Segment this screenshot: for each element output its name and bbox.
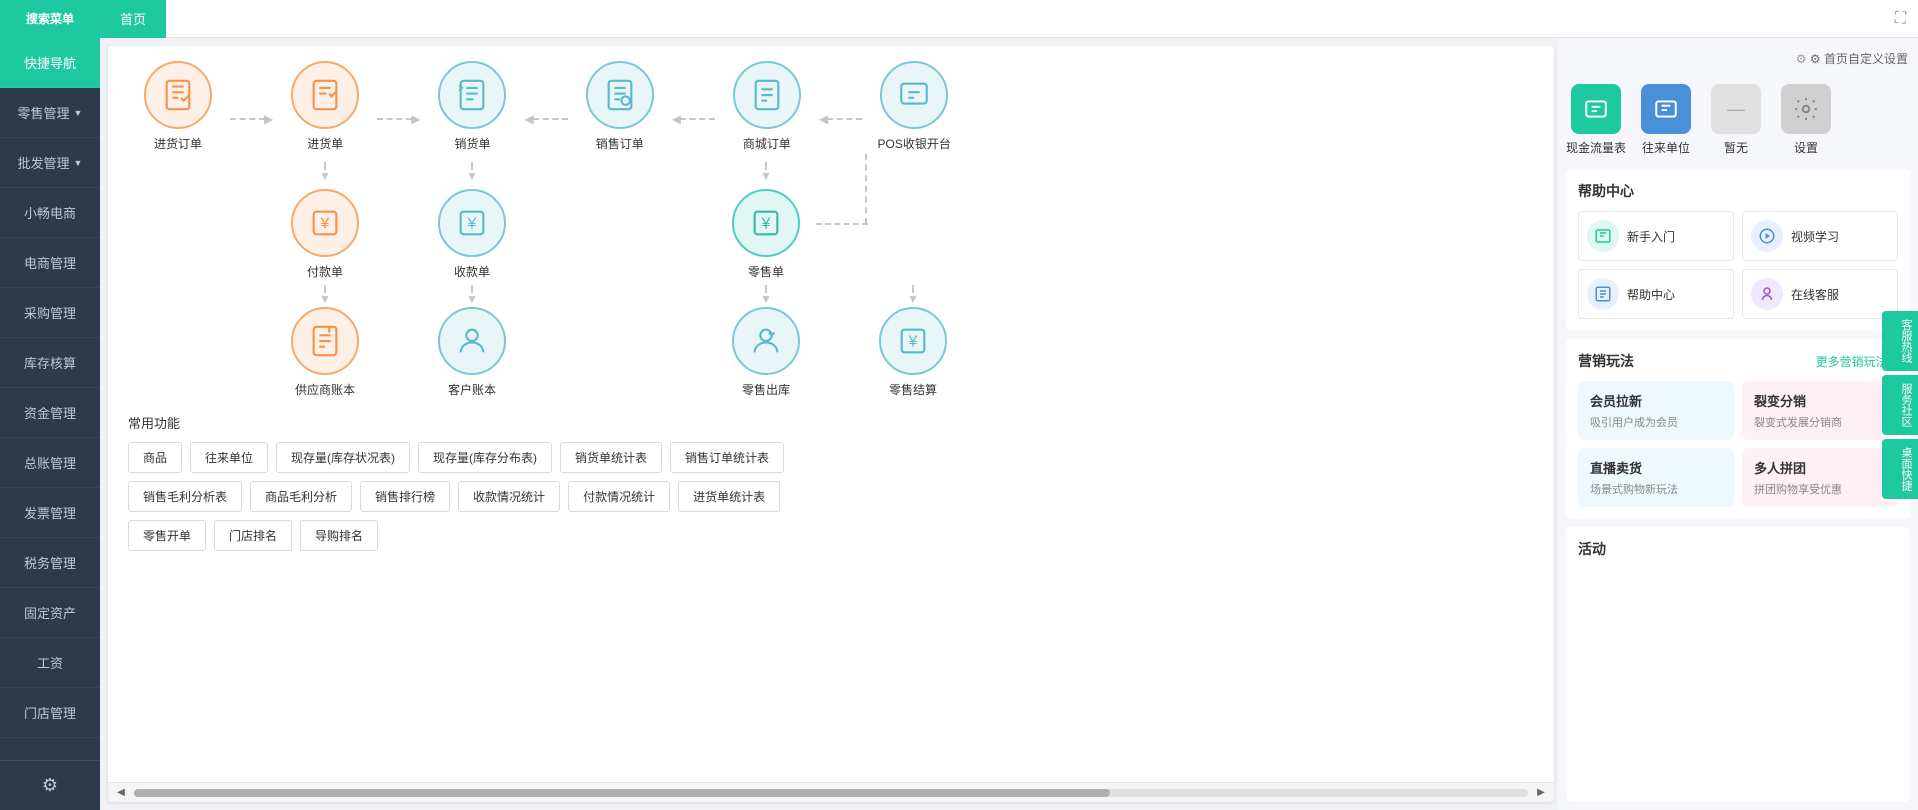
flow-node-retail-outbound[interactable]: 零售出库 bbox=[716, 307, 816, 398]
sidebar-item-payroll[interactable]: 工资 bbox=[0, 638, 100, 688]
flow-node-mall-order[interactable]: 商城订单 bbox=[717, 61, 817, 152]
flow-node-pos[interactable]: POS收银开台 bbox=[864, 61, 964, 152]
help-center-title: 帮助中心 bbox=[1578, 181, 1898, 201]
sidebar-item-quick-nav[interactable]: 快捷导航 bbox=[0, 38, 100, 88]
marketing-group-title: 多人拼团 bbox=[1754, 458, 1886, 477]
float-btn-community[interactable]: 服务社区 bbox=[1882, 375, 1918, 435]
marketing-member[interactable]: 会员拉新 吸引用户成为会员 bbox=[1578, 381, 1734, 440]
marketing-live-title: 直播卖货 bbox=[1590, 458, 1722, 477]
flow-node-purchase-order[interactable]: 进货订单 bbox=[128, 61, 228, 152]
btn-payment-stat[interactable]: 付款情况统计 bbox=[568, 481, 670, 512]
flow-node-customer-account[interactable]: 客户账本 bbox=[422, 307, 522, 398]
marketing-group-buy[interactable]: 多人拼团 拼团购物享受优惠 bbox=[1742, 448, 1898, 507]
btn-sales-order-stat[interactable]: 销售订单统计表 bbox=[670, 442, 784, 473]
btn-sales-profit[interactable]: 销售毛利分析表 bbox=[128, 481, 242, 512]
flow-node-supplier-account[interactable]: 供应商账本 bbox=[275, 307, 375, 398]
logo-area: 搜索菜单 bbox=[0, 0, 100, 38]
tab-home[interactable]: 首页 bbox=[100, 0, 166, 38]
customize-header[interactable]: ⚙ ⚙ 首页自定义设置 bbox=[1566, 46, 1910, 71]
btn-stock-status[interactable]: 现存量(库存状况表) bbox=[276, 442, 410, 473]
common-functions-title: 常用功能 bbox=[128, 413, 1534, 432]
btn-goods-profit[interactable]: 商品毛利分析 bbox=[250, 481, 352, 512]
activity-card: 活动 bbox=[1566, 527, 1910, 802]
sidebar-item-ledger[interactable]: 总账管理 bbox=[0, 438, 100, 488]
flow-node-payment[interactable]: ¥ 付款单 bbox=[275, 189, 375, 280]
activity-title: 活动 bbox=[1578, 539, 1898, 559]
sidebar: 快捷导航 零售管理 ▼ 批发管理 ▼ 小畅电商 电商管理 采购管理 库存核算 资… bbox=[0, 38, 100, 810]
marketing-live[interactable]: 直播卖货 场景式购物新玩法 bbox=[1578, 448, 1734, 507]
btn-sales-rank[interactable]: 销售排行榜 bbox=[360, 481, 450, 512]
btn-stock-dist[interactable]: 现存量(库存分布表) bbox=[418, 442, 552, 473]
sidebar-item-invoice[interactable]: 发票管理 bbox=[0, 488, 100, 538]
help-item-help-center[interactable]: 帮助中心 bbox=[1578, 269, 1734, 319]
common-functions: 常用功能 商品 往来单位 现存量(库存状况表) 现存量(库存分布表) 销货单统计… bbox=[128, 413, 1534, 551]
btn-sales-stat[interactable]: 销货单统计表 bbox=[560, 442, 662, 473]
marketing-live-sub: 场景式购物新玩法 bbox=[1590, 481, 1722, 497]
btn-purchase-stat[interactable]: 进货单统计表 bbox=[678, 481, 780, 512]
scroll-right-btn[interactable]: ▶ bbox=[1533, 785, 1549, 801]
floating-buttons: 客服热线 服务社区 桌面快捷 bbox=[1882, 311, 1918, 499]
svg-text:¥: ¥ bbox=[320, 216, 330, 233]
flow-node-retail-settlement[interactable]: ¥ 零售结算 bbox=[863, 307, 963, 398]
quick-icon-none[interactable]: — 暂无 bbox=[1706, 84, 1766, 156]
svg-text:¥: ¥ bbox=[761, 216, 771, 233]
btn-guide-rank[interactable]: 导购排名 bbox=[300, 520, 378, 551]
btn-retail-order[interactable]: 零售开单 bbox=[128, 520, 206, 551]
sidebar-item-inventory[interactable]: 库存核算 bbox=[0, 338, 100, 388]
sidebar-item-store[interactable]: 门店管理 bbox=[0, 688, 100, 738]
btn-contacts[interactable]: 往来单位 bbox=[190, 442, 268, 473]
quick-icon-cashflow[interactable]: 现金流量表 bbox=[1566, 84, 1626, 156]
marketing-member-title: 会员拉新 bbox=[1590, 391, 1722, 410]
right-panel: ⚙ ⚙ 首页自定义设置 现金流量表 bbox=[1558, 38, 1918, 810]
flow-node-receipt[interactable]: ¥ 收款单 bbox=[422, 189, 522, 280]
sidebar-item-ecom-small[interactable]: 小畅电商 bbox=[0, 188, 100, 238]
flow-diagram: 进货订单 ▶ bbox=[128, 61, 1534, 398]
quick-icon-contacts[interactable]: 往来单位 bbox=[1636, 84, 1696, 156]
sidebar-item-wholesale[interactable]: 批发管理 ▼ bbox=[0, 138, 100, 188]
sidebar-item-fixed-assets[interactable]: 固定资产 bbox=[0, 588, 100, 638]
marketing-fission[interactable]: 裂变分销 裂变式发展分销商 bbox=[1742, 381, 1898, 440]
search-menu[interactable]: 搜索菜单 bbox=[26, 10, 74, 27]
flow-node-sales-order[interactable]: 销售订单 bbox=[570, 61, 670, 152]
quick-icon-settings[interactable]: 设置 bbox=[1776, 84, 1836, 156]
help-item-online-service[interactable]: 在线客服 bbox=[1742, 269, 1898, 319]
btn-goods[interactable]: 商品 bbox=[128, 442, 182, 473]
marketing-card: 营销玩法 更多营销玩法 > 会员拉新 吸引用户成为会员 裂变分销 裂变式发展分销… bbox=[1566, 339, 1910, 519]
svg-text:¥: ¥ bbox=[467, 216, 477, 233]
help-item-video[interactable]: 视频学习 bbox=[1742, 211, 1898, 261]
flow-node-retail-order[interactable]: ¥ 零售单 bbox=[716, 189, 816, 280]
btn-receipt-stat[interactable]: 收款情况统计 bbox=[458, 481, 560, 512]
sidebar-item-purchase[interactable]: 采购管理 bbox=[0, 288, 100, 338]
sidebar-settings-button[interactable]: ⚙ bbox=[0, 760, 100, 810]
btn-store-rank[interactable]: 门店排名 bbox=[214, 520, 292, 551]
help-center-card: 帮助中心 新手入门 bbox=[1566, 169, 1910, 331]
horizontal-scrollbar[interactable]: ◀ ▶ bbox=[108, 782, 1554, 802]
sidebar-item-finance[interactable]: 资金管理 bbox=[0, 388, 100, 438]
marketing-fission-title: 裂变分销 bbox=[1754, 391, 1886, 410]
marketing-title: 营销玩法 bbox=[1578, 351, 1634, 371]
center-panel: 进货订单 ▶ bbox=[108, 46, 1554, 802]
marketing-member-sub: 吸引用户成为会员 bbox=[1590, 414, 1722, 430]
fullscreen-button[interactable]: ⛶ bbox=[1883, 10, 1918, 28]
help-item-newbie[interactable]: 新手入门 bbox=[1578, 211, 1734, 261]
flow-node-purchase[interactable]: 进货单 bbox=[275, 61, 375, 152]
float-btn-shortcut[interactable]: 桌面快捷 bbox=[1882, 439, 1918, 499]
marketing-fission-sub: 裂变式发展分销商 bbox=[1754, 414, 1886, 430]
svg-text:¥: ¥ bbox=[908, 334, 918, 351]
sidebar-item-ecom-mgmt[interactable]: 电商管理 bbox=[0, 238, 100, 288]
scroll-left-btn[interactable]: ◀ bbox=[113, 785, 129, 801]
sidebar-item-retail[interactable]: 零售管理 ▼ bbox=[0, 88, 100, 138]
flow-node-sales[interactable]: 销货单 bbox=[422, 61, 522, 152]
float-btn-service[interactable]: 客服热线 bbox=[1882, 311, 1918, 371]
marketing-group-sub: 拼团购物享受优惠 bbox=[1754, 481, 1886, 497]
sidebar-item-tax[interactable]: 税务管理 bbox=[0, 538, 100, 588]
quick-icons-area: 现金流量表 往来单位 — 暂无 bbox=[1566, 79, 1910, 161]
